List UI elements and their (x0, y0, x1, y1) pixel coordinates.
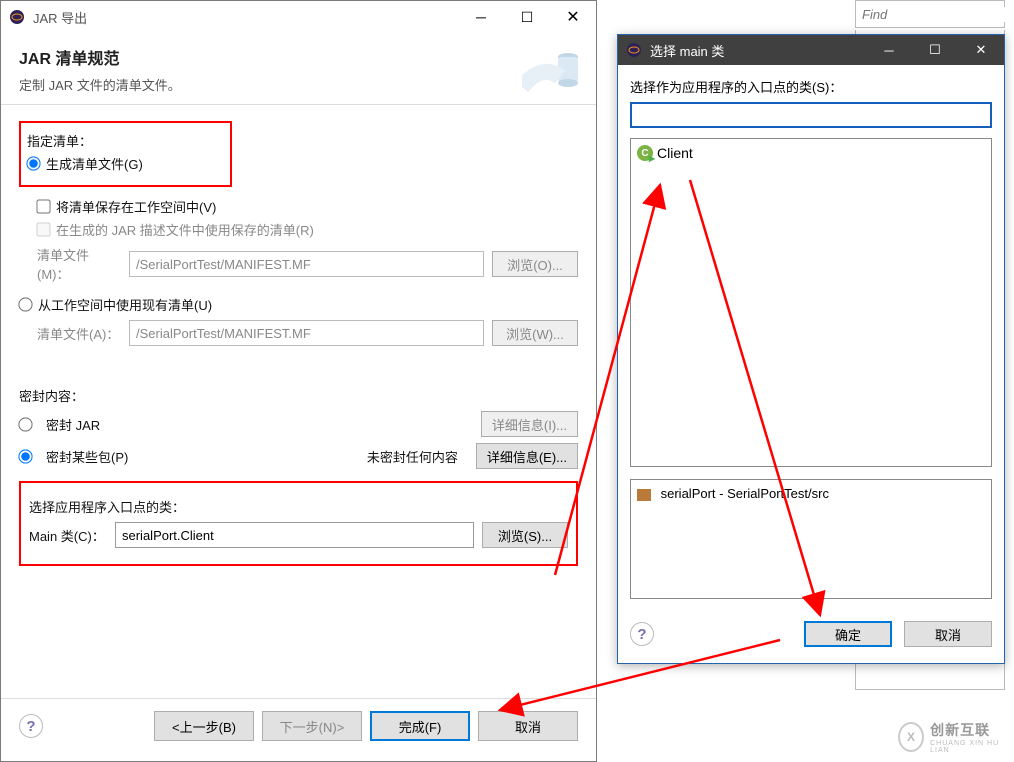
package-icon (637, 489, 651, 501)
section-label-manifest: 指定清单： (27, 131, 224, 150)
page-subtitle: 定制 JAR 文件的清单文件。 (19, 75, 578, 94)
cancel-button-2[interactable]: 取消 (904, 621, 992, 647)
finish-button[interactable]: 完成(F) (370, 711, 470, 741)
maximize-button[interactable]: ☐ (504, 2, 550, 32)
page-title: JAR 清单规范 (19, 45, 578, 69)
dialog2-body: 选择作为应用程序的入口点的类(S)： C Client serialPort -… (618, 65, 1004, 611)
dialog2-prompt: 选择作为应用程序的入口点的类(S)： (630, 77, 992, 96)
titlebar: JAR 导出 ─ ☐ ✕ (1, 1, 596, 33)
radio-generate-manifest[interactable] (26, 156, 40, 170)
minimize-button[interactable]: ─ (458, 2, 504, 32)
class-name: Client (657, 145, 693, 161)
eclipse-icon (626, 42, 642, 58)
class-list-item[interactable]: C Client (637, 145, 985, 161)
select-main-class-dialog: 选择 main 类 ─ ☐ ✕ 选择作为应用程序的入口点的类(S)： C Cli… (617, 34, 1005, 664)
dialog-footer: ? <上一步(B) 下一步(N)> 完成(F) 取消 (1, 698, 596, 761)
logo-mark: X (898, 722, 924, 752)
browse-w-button: 浏览(W)... (492, 320, 578, 346)
close-button-2[interactable]: ✕ (958, 36, 1004, 64)
radio-generate-manifest-label: 生成清单文件(G) (46, 154, 143, 173)
class-list[interactable]: C Client (630, 138, 992, 467)
jar-icon (522, 43, 586, 107)
radio-seal-jar[interactable] (18, 417, 32, 431)
jar-export-dialog: JAR 导出 ─ ☐ ✕ JAR 清单规范 定制 JAR 文件的清单文件。 指定… (0, 0, 597, 762)
logo-brand: 创新互联 (930, 720, 1008, 740)
dialog-header: JAR 清单规范 定制 JAR 文件的清单文件。 (1, 33, 596, 105)
radio-seal-some[interactable] (18, 449, 32, 463)
package-panel: serialPort - SerialPortTest/src (630, 479, 992, 599)
watermark-logo: X 创新互联 CHUANG XIN HU LIAN (898, 718, 1008, 756)
manifest-file-input-1 (129, 251, 484, 277)
unsealed-status: 未密封任何内容 (367, 447, 458, 466)
minimize-button-2[interactable]: ─ (866, 36, 912, 64)
radio-seal-jar-label: 密封 JAR (46, 415, 473, 434)
radio-seal-some-label: 密封某些包(P) (46, 447, 359, 466)
checkbox-save-workspace[interactable] (36, 199, 50, 213)
checkbox-reuse-saved (36, 222, 50, 236)
details-i-button: 详细信息(I)... (481, 411, 578, 437)
titlebar-2: 选择 main 类 ─ ☐ ✕ (618, 35, 1004, 65)
main-class-input[interactable] (115, 522, 474, 548)
class-search-input[interactable] (630, 102, 992, 128)
close-button[interactable]: ✕ (550, 2, 596, 32)
manifest-file-input-2 (129, 320, 484, 346)
help-icon-2[interactable]: ? (630, 622, 654, 646)
find-input[interactable] (856, 7, 1014, 22)
logo-sub: CHUANG XIN HU LIAN (930, 740, 1008, 754)
highlight-entrypoint-section: 选择应用程序入口点的类： Main 类(C)： 浏览(S)... (19, 481, 578, 566)
eclipse-icon (9, 9, 25, 25)
checkbox-save-workspace-label: 将清单保存在工作空间中(V) (56, 197, 216, 216)
ok-button[interactable]: 确定 (804, 621, 892, 647)
manifest-file-label-1: 清单文件(M)： (37, 245, 121, 283)
radio-use-existing[interactable] (18, 297, 32, 311)
entrypoint-label: 选择应用程序入口点的类： (29, 497, 568, 516)
dialog2-title: 选择 main 类 (650, 41, 866, 60)
browse-s-button[interactable]: 浏览(S)... (482, 522, 568, 548)
radio-use-existing-label: 从工作空间中使用现有清单(U) (38, 295, 212, 314)
details-e-button[interactable]: 详细信息(E)... (476, 443, 578, 469)
help-icon[interactable]: ? (19, 714, 43, 738)
runnable-class-icon: C (637, 145, 653, 161)
main-class-label: Main 类(C)： (29, 526, 107, 545)
manifest-file-label-2: 清单文件(A)： (37, 324, 121, 343)
next-button: 下一步(N)> (262, 711, 362, 741)
back-button[interactable]: <上一步(B) (154, 711, 254, 741)
maximize-button-2[interactable]: ☐ (912, 36, 958, 64)
dialog2-footer: ? 确定 取消 (618, 611, 1004, 663)
package-item: serialPort - SerialPortTest/src (637, 486, 985, 501)
find-bar[interactable]: 🔍 (855, 0, 1005, 28)
dialog-title: JAR 导出 (33, 8, 458, 27)
seal-label: 密封内容： (19, 386, 578, 405)
checkbox-reuse-saved-label: 在生成的 JAR 描述文件中使用保存的清单(R) (56, 220, 314, 239)
dialog-body: 指定清单： 生成清单文件(G) 将清单保存在工作空间中(V) 在生成的 JAR … (1, 105, 596, 698)
browse-o-button: 浏览(O)... (492, 251, 578, 277)
cancel-button[interactable]: 取消 (478, 711, 578, 741)
highlight-manifest-section: 指定清单： 生成清单文件(G) (19, 121, 232, 187)
